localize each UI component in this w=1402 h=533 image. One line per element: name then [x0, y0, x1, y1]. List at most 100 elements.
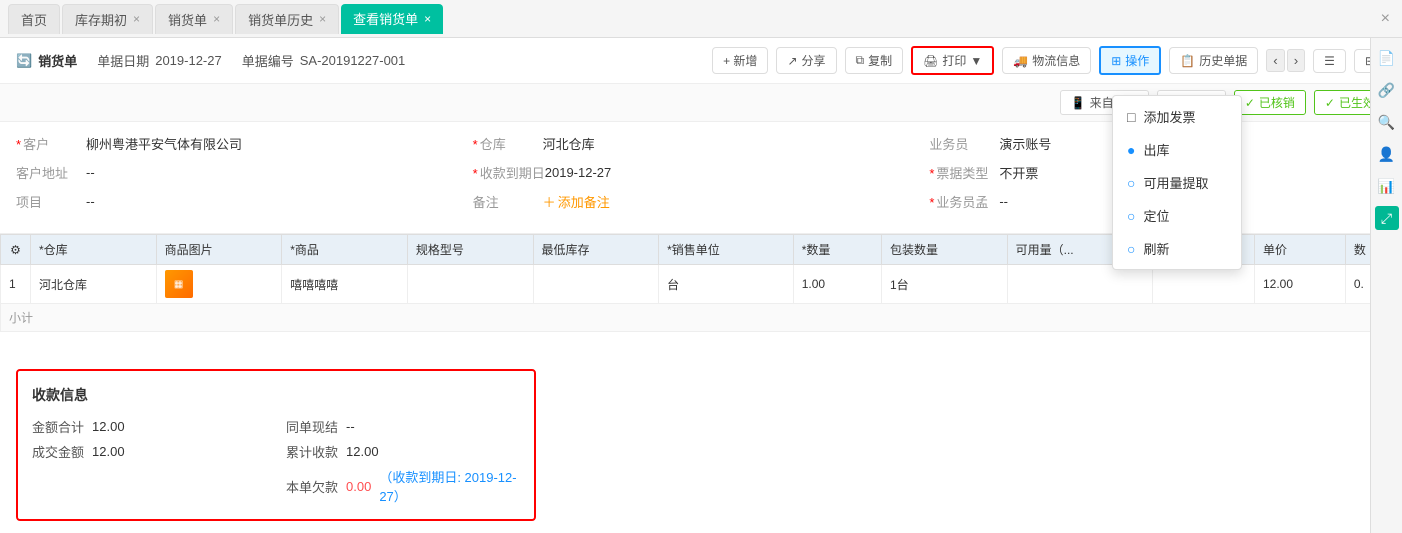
nav-next-button[interactable]: ›	[1287, 49, 1305, 72]
due-value: 0.00	[346, 479, 371, 494]
outbound-icon: ●	[1127, 142, 1135, 158]
col-quantity: *数量	[793, 235, 881, 265]
dropdown-add-invoice[interactable]: □ 添加发票	[1113, 100, 1241, 133]
operations-label: 操作	[1125, 52, 1149, 69]
doc-number-item: 单据编号 SA-20191227-001	[242, 51, 406, 70]
close-all-button[interactable]: ×	[1377, 6, 1394, 32]
locate-label: 定位	[1143, 206, 1169, 225]
print-button[interactable]: 🖨 打印 ▼	[911, 46, 994, 75]
history-label: 历史单据	[1199, 52, 1247, 69]
cell-product: 嘻嘻嘻嘻	[282, 265, 408, 304]
add-note-button[interactable]: ＋ 添加备注	[543, 192, 610, 211]
tab-view-sales-close[interactable]: ×	[424, 12, 431, 26]
transaction-value: 12.00	[92, 444, 125, 459]
dropdown-locate[interactable]: ○ 定位	[1113, 199, 1241, 232]
tab-sales-history-label: 销货单历史	[248, 10, 313, 29]
logistics-button[interactable]: 🚚 物流信息	[1002, 47, 1091, 74]
share-label: 分享	[802, 52, 826, 69]
salesperson-label: 业务员	[929, 134, 999, 153]
tab-inventory[interactable]: 库存期初 ×	[62, 4, 153, 34]
tab-home-label: 首页	[21, 10, 47, 29]
tab-sales[interactable]: 销货单 ×	[155, 4, 233, 34]
due-note: （收款到期日: 2019-12-27）	[379, 467, 520, 505]
tab-bar: 首页 库存期初 × 销货单 × 销货单历史 × 查看销货单 × ×	[0, 0, 1402, 38]
nav-prev-button[interactable]: ‹	[1266, 49, 1284, 72]
warehouse-field: 仓库 河北仓库	[473, 134, 930, 153]
cumulative-label: 累计收款	[286, 442, 338, 461]
dropdown-outbound[interactable]: ● 出库	[1113, 133, 1241, 166]
payment-info: 收款信息 金额合计 12.00 同单现结 -- 成交金额 12.00 累计收款 …	[16, 369, 536, 521]
salesperson2-value: --	[999, 194, 1008, 209]
copy-button[interactable]: ⧉ 复制	[845, 47, 904, 74]
confirmed-button[interactable]: ✓ 已核销	[1234, 90, 1306, 115]
tab-sales-history[interactable]: 销货单历史 ×	[235, 4, 339, 34]
share-button[interactable]: ↗ 分享	[776, 47, 836, 74]
print-dropdown-icon: ▼	[970, 54, 982, 68]
tab-view-sales-label: 查看销货单	[353, 9, 418, 28]
product-image: ▦	[165, 270, 193, 298]
cell-product-img: ▦	[156, 265, 282, 304]
tab-inventory-label: 库存期初	[75, 10, 127, 29]
dropdown-available-pickup[interactable]: ○ 可用量提取	[1113, 166, 1241, 199]
sidebar-icon-link[interactable]: 🔗	[1375, 78, 1399, 102]
doc-date-item: 单据日期 2019-12-27	[97, 51, 222, 70]
doc-number-label: 单据编号	[242, 51, 294, 70]
doc-number-value: SA-20191227-001	[300, 53, 406, 68]
sidebar-icon-expand[interactable]: ⤢	[1375, 206, 1399, 230]
customer-value: 柳州粤港平安气体有限公司	[86, 134, 242, 153]
history-button[interactable]: 📋 历史单据	[1169, 47, 1258, 74]
tab-sales-close[interactable]: ×	[213, 12, 220, 26]
ticket-type-value: 不开票	[999, 163, 1038, 182]
payment-info-grid: 金额合计 12.00 同单现结 -- 成交金额 12.00 累计收款 12.00	[32, 417, 520, 505]
note-label: 备注	[473, 192, 543, 211]
add-invoice-label: 添加发票	[1143, 107, 1195, 126]
operations-icon: ⊞	[1111, 54, 1121, 68]
phone-icon: 📱	[1071, 96, 1086, 110]
new-button[interactable]: + 新增	[712, 47, 768, 74]
col-price: 单价	[1255, 235, 1346, 265]
address-value: --	[86, 165, 95, 180]
customer-field: 客户 柳州粤港平安气体有限公司	[16, 134, 473, 153]
operations-button[interactable]: ⊞ 操作	[1099, 46, 1161, 75]
cell-unit: 台	[659, 265, 794, 304]
col-min-stock: 最低库存	[533, 235, 659, 265]
doc-date-label: 单据日期	[97, 51, 149, 70]
sidebar-icon-search[interactable]: 🔍	[1375, 110, 1399, 134]
payment-info-title: 收款信息	[32, 385, 520, 405]
share-icon: ↗	[787, 54, 797, 68]
refresh-icon: ○	[1127, 241, 1135, 257]
logistics-icon: 🚚	[1013, 54, 1028, 68]
tab-inventory-close[interactable]: ×	[133, 12, 140, 26]
ticket-type-label: 票据类型	[929, 163, 999, 182]
logistics-label: 物流信息	[1032, 52, 1080, 69]
doc-icon: 🔄	[16, 53, 32, 69]
available-pickup-icon: ○	[1127, 175, 1135, 191]
available-pickup-label: 可用量提取	[1143, 173, 1208, 192]
right-sidebar: 📄 🔗 🔍 👤 📊 ⤢	[1370, 38, 1402, 533]
doc-title: 销货单	[38, 51, 77, 70]
tab-sales-history-close[interactable]: ×	[319, 12, 326, 26]
dropdown-refresh[interactable]: ○ 刷新	[1113, 232, 1241, 265]
copy-icon: ⧉	[856, 53, 865, 68]
tab-home[interactable]: 首页	[8, 4, 60, 34]
warehouse-value: 河北仓库	[543, 134, 595, 153]
table-row: 1 河北仓库 ▦ 嘻嘻嘻嘻 台 1.00 1台 12.00	[1, 265, 1402, 304]
outbound-label: 出库	[1143, 140, 1169, 159]
cell-seq: 1	[1, 265, 31, 304]
total-value: 12.00	[92, 419, 125, 434]
history-icon: 📋	[1180, 54, 1195, 68]
print-label: 打印	[942, 52, 966, 69]
col-package-qty: 包装数量	[882, 235, 1008, 265]
sidebar-icon-doc[interactable]: 📄	[1375, 46, 1399, 70]
sidebar-icon-chart[interactable]: 📊	[1375, 174, 1399, 198]
project-value: --	[86, 194, 95, 209]
col-settings: ⚙	[1, 235, 31, 265]
sidebar-icon-user[interactable]: 👤	[1375, 142, 1399, 166]
view-list-button[interactable]: ☰	[1313, 49, 1346, 73]
payment-date-field: 收款到期日 2019-12-27	[473, 163, 930, 182]
salesperson2-label: 业务员孟	[929, 192, 999, 211]
same-order-row: 同单现结 --	[286, 417, 520, 436]
tab-view-sales[interactable]: 查看销货单 ×	[341, 4, 443, 34]
customer-label: 客户	[16, 134, 86, 153]
subtotal-label: 小计	[1, 304, 1402, 332]
